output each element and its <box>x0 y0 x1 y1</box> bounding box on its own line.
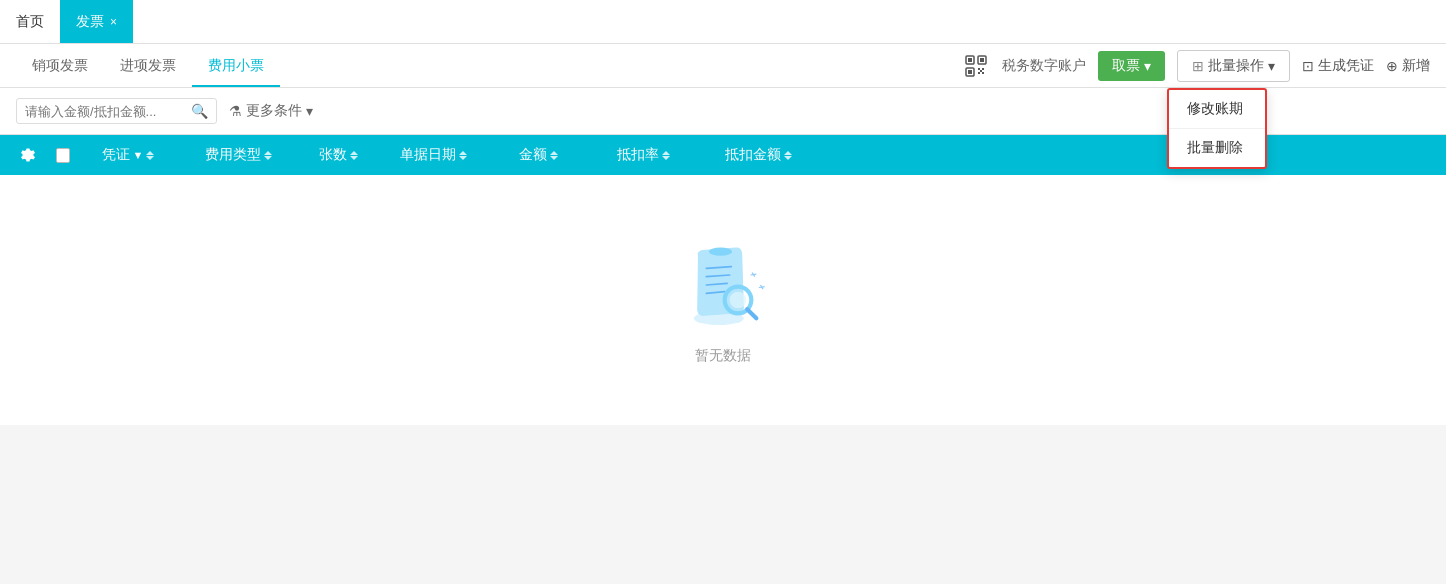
th-voucher[interactable]: 凭证 ▼ <box>78 146 178 164</box>
date-sort[interactable] <box>459 151 467 160</box>
count-sort[interactable] <box>350 151 358 160</box>
svg-point-12 <box>709 248 732 256</box>
deduction-amount-sort[interactable] <box>784 151 792 160</box>
svg-line-19 <box>747 309 756 318</box>
sort-down-icon <box>459 156 467 160</box>
empty-state: 暂无数据 <box>0 175 1446 425</box>
voucher-filter-icon: ▼ <box>133 149 144 161</box>
invoice-tab-label: 发票 <box>76 13 104 31</box>
home-label: 首页 <box>16 13 44 31</box>
voucher-sort[interactable] <box>146 151 154 160</box>
svg-rect-3 <box>980 58 984 62</box>
tab-sales-invoice[interactable]: 销项发票 <box>16 44 104 87</box>
invoice-tab[interactable]: 发票 × <box>60 0 133 43</box>
batch-op-icon: ⊞ <box>1192 58 1204 74</box>
sort-up-icon <box>146 151 154 155</box>
sort-up-icon <box>784 151 792 155</box>
qr-code-icon[interactable] <box>962 52 990 80</box>
sort-down-icon <box>550 156 558 160</box>
th-amount[interactable]: 金额 <box>488 146 588 164</box>
more-conditions-arrow: ▾ <box>306 103 313 119</box>
svg-rect-9 <box>982 72 984 74</box>
gen-voucher-label: 生成凭证 <box>1318 57 1374 75</box>
batch-op-button[interactable]: ⊞ 批量操作 ▾ <box>1177 50 1290 82</box>
th-gear[interactable] <box>8 147 48 163</box>
th-expense-type[interactable]: 费用类型 <box>178 146 298 164</box>
filter-icon: ⚗ <box>229 103 242 119</box>
home-tab[interactable]: 首页 <box>0 0 60 43</box>
close-tab-icon[interactable]: × <box>110 15 117 29</box>
svg-rect-8 <box>978 72 980 74</box>
sort-down-icon <box>350 156 358 160</box>
tab-expense-ticket[interactable]: 费用小票 <box>192 44 280 87</box>
sort-down-icon <box>146 156 154 160</box>
svg-rect-6 <box>978 68 980 70</box>
take-ticket-label: 取票 <box>1112 57 1140 75</box>
batch-delete-item[interactable]: 批量删除 <box>1169 128 1265 167</box>
svg-point-18 <box>730 292 747 309</box>
th-date[interactable]: 单据日期 <box>378 146 488 164</box>
sort-up-icon <box>264 151 272 155</box>
batch-op-dropdown: 修改账期 批量删除 <box>1167 88 1267 169</box>
take-ticket-arrow: ▾ <box>1144 58 1151 74</box>
svg-rect-1 <box>968 58 972 62</box>
sort-up-icon <box>662 151 670 155</box>
svg-line-23 <box>759 287 765 288</box>
svg-line-21 <box>751 274 757 275</box>
more-conditions-label: 更多条件 <box>246 102 302 120</box>
take-ticket-button[interactable]: 取票 ▾ <box>1098 51 1165 81</box>
expense-type-sort[interactable] <box>264 151 272 160</box>
more-conditions-btn[interactable]: ⚗ 更多条件 ▾ <box>229 102 313 120</box>
batch-op-wrapper: ⊞ 批量操作 ▾ 修改账期 批量删除 <box>1177 50 1290 82</box>
voucher-icon: ⊡ <box>1302 58 1314 74</box>
th-count[interactable]: 张数 <box>298 146 378 164</box>
search-wrap: 🔍 <box>16 98 217 124</box>
tab-input-invoice[interactable]: 进项发票 <box>104 44 192 87</box>
svg-rect-5 <box>968 70 972 74</box>
toolbar-right: 税务数字账户 取票 ▾ ⊞ 批量操作 ▾ 修改账期 批量删除 <box>962 50 1430 82</box>
deduction-rate-sort[interactable] <box>662 151 670 160</box>
search-icon[interactable]: 🔍 <box>191 103 208 119</box>
gen-voucher-button[interactable]: ⊡ 生成凭证 <box>1302 57 1374 75</box>
empty-state-text: 暂无数据 <box>695 347 751 365</box>
empty-illustration <box>673 235 773 335</box>
svg-rect-7 <box>982 68 984 70</box>
sort-up-icon <box>459 151 467 155</box>
top-nav: 首页 发票 × <box>0 0 1446 44</box>
th-deduction-amount[interactable]: 抵扣金额 <box>698 146 818 164</box>
amount-sort[interactable] <box>550 151 558 160</box>
svg-rect-10 <box>980 70 982 72</box>
sort-up-icon <box>550 151 558 155</box>
select-all-checkbox[interactable] <box>56 148 70 163</box>
batch-op-label: 批量操作 <box>1208 57 1264 75</box>
add-icon: ⊕ <box>1386 58 1398 74</box>
sort-up-icon <box>350 151 358 155</box>
sort-down-icon <box>662 156 670 160</box>
search-input[interactable] <box>25 104 185 119</box>
th-checkbox[interactable] <box>48 148 78 163</box>
add-label: 新增 <box>1402 57 1430 75</box>
th-deduction-rate[interactable]: 抵扣率 <box>588 146 698 164</box>
sort-down-icon <box>264 156 272 160</box>
batch-op-arrow: ▾ <box>1268 58 1275 74</box>
sub-tabs-bar: 销项发票 进项发票 费用小票 税务数字账户 <box>0 44 1446 88</box>
modify-period-item[interactable]: 修改账期 <box>1169 90 1265 128</box>
tax-digital-account-btn[interactable]: 税务数字账户 <box>1002 57 1086 75</box>
add-new-button[interactable]: ⊕ 新增 <box>1386 57 1430 75</box>
sort-down-icon <box>784 156 792 160</box>
